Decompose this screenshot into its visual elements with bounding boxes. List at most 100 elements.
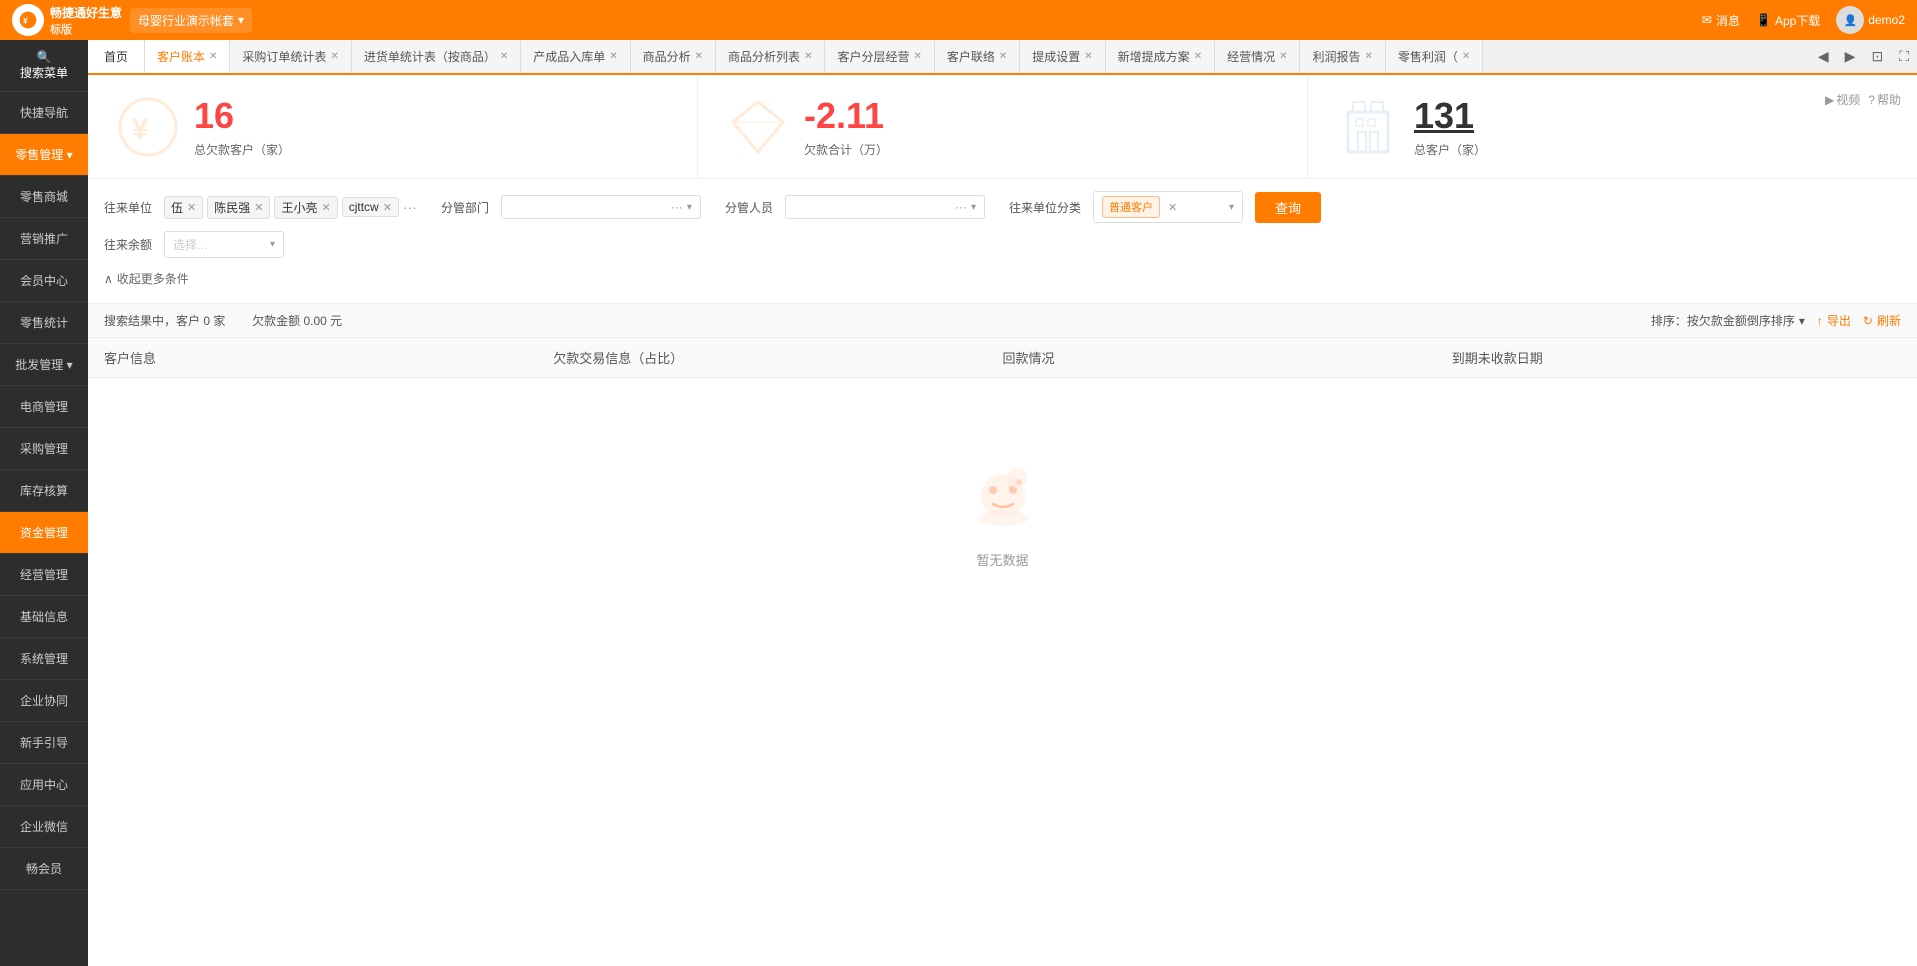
sidebar-item-inventory[interactable]: 库存核算 (0, 470, 88, 512)
tab-home[interactable]: 首页 (88, 40, 145, 73)
query-button[interactable]: 查询 (1255, 192, 1321, 223)
export-btn[interactable]: ↑ 导出 (1817, 312, 1851, 329)
tab-new-plan-close[interactable]: ✕ (1194, 51, 1202, 62)
tab-goods-analysis-close[interactable]: ✕ (695, 51, 703, 62)
tab-segment-close[interactable]: ✕ (913, 51, 921, 62)
tab-ops-status[interactable]: 经营情况 ✕ (1215, 40, 1300, 73)
tab-purchase-stats[interactable]: 采购订单统计表 ✕ (230, 40, 351, 73)
unit-tag-1-close[interactable]: ✕ (254, 201, 263, 214)
tab-new-plan-label: 新增提成方案 (1118, 48, 1190, 65)
tab-new-plan[interactable]: 新增提成方案 ✕ (1106, 40, 1215, 73)
sidebar-item-ecommerce[interactable]: 电商管理 (0, 386, 88, 428)
sidebar-item-quick-nav[interactable]: 快捷导航 (0, 92, 88, 134)
dept-select[interactable]: ··· ▾ (501, 195, 701, 219)
message-icon: ✉ (1702, 13, 1712, 27)
tab-goods-analysis-list-label: 商品分析列表 (728, 48, 800, 65)
unit-tags-more[interactable]: ··· (403, 199, 417, 215)
sidebar-wholesale-arrow-icon: ▾ (67, 358, 73, 372)
tab-home-label: 首页 (104, 48, 128, 65)
sidebar-item-corp-wechat[interactable]: 企业微信 (0, 806, 88, 848)
sort-label: 排序：按欠款金额倒序排序 (1651, 312, 1795, 329)
stat-debt-label: 欠款合计（万） (804, 141, 888, 158)
tab-customer-account-close[interactable]: ✕ (209, 51, 217, 62)
page-content: ¥ 16 总欠款客户（家） (88, 75, 1917, 966)
tab-fullscreen-btn[interactable]: ⛶ (1891, 42, 1917, 71)
unit-tag-0-close[interactable]: ✕ (187, 201, 196, 214)
unit-tag-2-close[interactable]: ✕ (322, 201, 331, 214)
tab-goods-analysis[interactable]: 商品分析 ✕ (631, 40, 716, 73)
sidebar-search[interactable]: 🔍 搜索菜单 (0, 40, 88, 92)
refresh-btn[interactable]: ↻ 刷新 (1863, 312, 1901, 329)
tab-pin-btn[interactable]: ⊡ (1863, 42, 1891, 71)
tab-customer-account[interactable]: 客户账本 ✕ (145, 40, 230, 73)
tab-purchase-stats-label: 采购订单统计表 (242, 48, 326, 65)
category-tag-close[interactable]: ✕ (1168, 201, 1177, 214)
tab-profit-report[interactable]: 利润报告 ✕ (1300, 40, 1385, 73)
tab-customer-segment[interactable]: 客户分层经营 ✕ (825, 40, 934, 73)
sidebar-item-retail-stats[interactable]: 零售统计 (0, 302, 88, 344)
sidebar-item-marketing[interactable]: 营销推广 (0, 218, 88, 260)
sidebar-corp-wechat-label: 企业微信 (20, 820, 68, 834)
tab-retail-profit-close[interactable]: ✕ (1462, 51, 1470, 62)
tab-goods-analysis-list[interactable]: 商品分析列表 ✕ (716, 40, 825, 73)
tab-submit-close[interactable]: ✕ (1084, 51, 1092, 62)
sidebar-item-finance[interactable]: 资金管理 (0, 512, 88, 554)
person-more-icon: ··· (955, 200, 967, 214)
filter-area: 往来单位 伍 ✕ 陈民强 ✕ 王小亮 ✕ (88, 179, 1917, 304)
video-help-btn[interactable]: ▶ 视频 (1825, 91, 1860, 108)
sidebar-retail-mgmt-label: 零售管理 (15, 148, 63, 162)
sidebar-item-basic[interactable]: 基础信息 (0, 596, 88, 638)
unit-tag-3-close[interactable]: ✕ (383, 201, 392, 214)
person-select[interactable]: ··· ▾ (785, 195, 985, 219)
sidebar-marketing-label: 营销推广 (20, 232, 68, 246)
tab-production-in-close[interactable]: ✕ (609, 51, 617, 62)
tab-profit-close[interactable]: ✕ (1365, 51, 1373, 62)
sidebar-item-member[interactable]: 会员中心 (0, 260, 88, 302)
message-btn[interactable]: ✉ 消息 (1702, 12, 1740, 29)
sidebar-item-app-center[interactable]: 应用中心 (0, 764, 88, 806)
tab-retail-profit[interactable]: 零售利润（ ✕ (1386, 40, 1483, 73)
person-chevron-icon: ▾ (971, 202, 976, 213)
tab-contact-close[interactable]: ✕ (999, 51, 1007, 62)
help-btn[interactable]: ? 帮助 (1868, 91, 1901, 108)
results-summary: 搜索结果中，客户 0 家 欠款金额 0.00 元 (104, 312, 342, 329)
tab-ops-close[interactable]: ✕ (1279, 51, 1287, 62)
category-filter-label: 往来单位分类 (1009, 199, 1081, 216)
tab-production-in[interactable]: 产成品入库单 ✕ (521, 40, 630, 73)
collapse-btn[interactable]: ∧ 收起更多条件 (104, 270, 1901, 287)
table-header: 客户信息 欠款交易信息（占比） 回款情况 到期未收款日期 (88, 338, 1917, 378)
sidebar-item-enterprise[interactable]: 企业协同 (0, 680, 88, 722)
sidebar-item-purchase[interactable]: 采购管理 (0, 428, 88, 470)
sidebar-item-vip[interactable]: 畅会员 (0, 848, 88, 890)
sidebar-item-newbie[interactable]: 新手引导 (0, 722, 88, 764)
sidebar-item-retail-mgmt[interactable]: 零售管理 ▾ (0, 134, 88, 176)
balance-select[interactable]: 选择... ▾ (164, 231, 284, 258)
tab-inventory-stats-close[interactable]: ✕ (500, 51, 508, 62)
stat-debtors-value: 16 (194, 95, 290, 137)
stat-total-debt: -2.11 欠款合计（万） (698, 75, 1308, 178)
collapse-up-icon: ∧ (104, 272, 113, 286)
tab-goods-list-close[interactable]: ✕ (804, 51, 812, 62)
table-col-debt-info: 欠款交易信息（占比） (553, 348, 1002, 367)
app-download-btn[interactable]: 📱 App下载 (1756, 12, 1820, 29)
sidebar-item-retail-shop[interactable]: 零售商城 (0, 176, 88, 218)
user-menu[interactable]: 👤 demo2 (1836, 6, 1905, 34)
tab-next-btn[interactable]: ▶ (1837, 42, 1864, 71)
env-selector[interactable]: 母婴行业演示帐套 ▾ (130, 8, 252, 33)
tab-customer-contact[interactable]: 客户联络 ✕ (935, 40, 1020, 73)
tab-submit-settings[interactable]: 提成设置 ✕ (1020, 40, 1105, 73)
tab-inventory-stats[interactable]: 进货单统计表（按商品） ✕ (352, 40, 521, 73)
sidebar-item-ops[interactable]: 经营管理 (0, 554, 88, 596)
tab-retail-profit-label: 零售利润（ (1398, 48, 1458, 65)
category-select[interactable]: 普通客户 ✕ ▾ (1093, 191, 1243, 223)
balance-chevron-icon: ▾ (270, 239, 275, 250)
sidebar-newbie-label: 新手引导 (20, 736, 68, 750)
results-debt-label (237, 314, 249, 328)
sidebar-item-system[interactable]: 系统管理 (0, 638, 88, 680)
stat-customers-label: 总客户（家） (1414, 141, 1486, 158)
sidebar-system-label: 系统管理 (20, 652, 68, 666)
sort-select[interactable]: 排序：按欠款金额倒序排序 ▾ (1651, 312, 1805, 329)
tab-purchase-stats-close[interactable]: ✕ (330, 51, 338, 62)
tab-prev-btn[interactable]: ◀ (1810, 42, 1837, 71)
sidebar-item-wholesale[interactable]: 批发管理 ▾ (0, 344, 88, 386)
